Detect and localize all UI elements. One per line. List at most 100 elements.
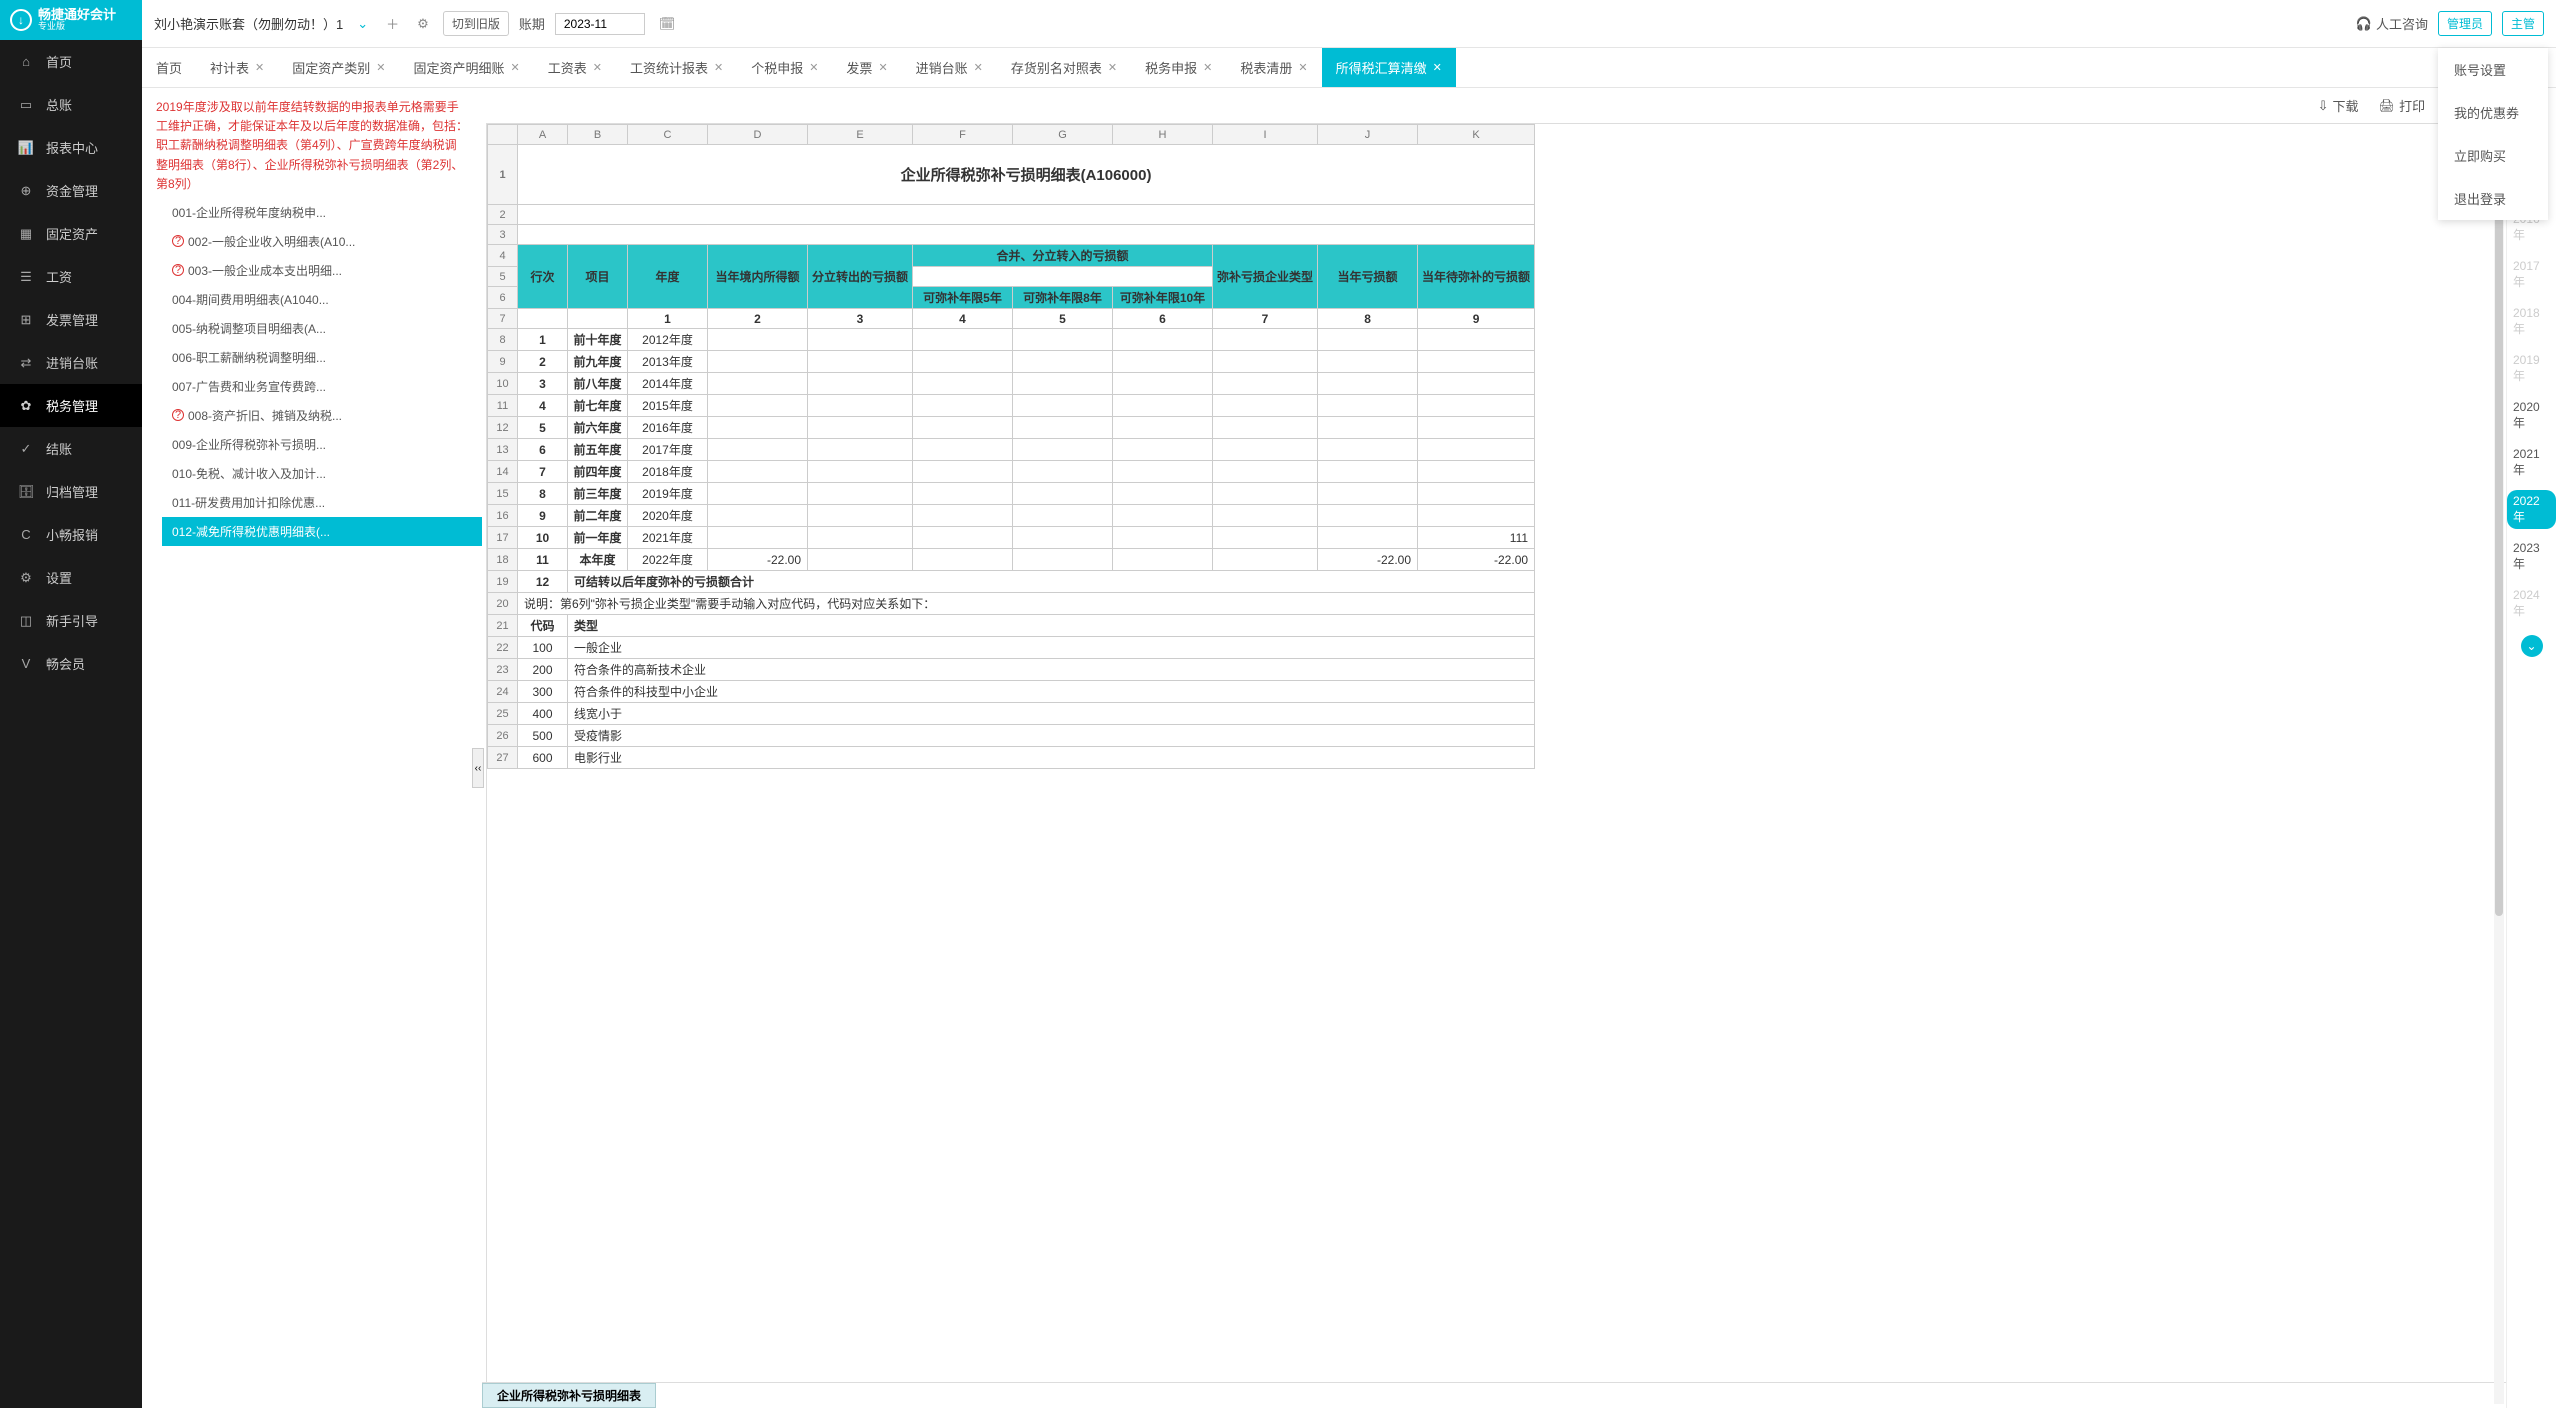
tab[interactable]: 所得税汇算清缴 ✕ — [1322, 48, 1456, 87]
form-item[interactable]: 005-纳税调整项目明细表(A... — [162, 314, 482, 343]
nav-gear[interactable]: ⚙ 设置 — [0, 556, 142, 599]
download-button[interactable]: ⇩下载 — [2318, 96, 2359, 115]
sheet-tab[interactable]: 企业所得税弥补亏损明细表 — [482, 1383, 656, 1408]
nav-guide[interactable]: ◫ 新手引导 — [0, 599, 142, 642]
nav-fund[interactable]: ⊕ 资金管理 — [0, 169, 142, 212]
year-toggle[interactable]: ⌄ — [2521, 635, 2543, 657]
print-button[interactable]: 🖨打印 — [2379, 96, 2426, 115]
question-icon: ? — [172, 409, 184, 421]
tab[interactable]: 发票 ✕ — [832, 48, 901, 87]
tab[interactable]: 固定资产类别 ✕ — [278, 48, 399, 87]
add-icon[interactable]: ＋ — [382, 10, 403, 37]
form-item[interactable]: 012-减免所得税优惠明细表(... — [162, 517, 482, 546]
close-icon[interactable]: ✕ — [255, 61, 264, 74]
nav-vip[interactable]: V 畅会员 — [0, 642, 142, 685]
close-icon[interactable]: ✕ — [511, 61, 520, 74]
tab[interactable]: 税表清册 ✕ — [1226, 48, 1321, 87]
print-icon: 🖨 — [2379, 98, 2396, 114]
close-icon[interactable]: ✕ — [809, 61, 818, 74]
tab[interactable]: 衬计表 ✕ — [196, 48, 278, 87]
close-icon[interactable]: ✕ — [974, 61, 983, 74]
close-icon[interactable]: ✕ — [714, 61, 723, 74]
nav-ledger[interactable]: ▭ 总账 — [0, 83, 142, 126]
nav-home[interactable]: ⌂ 首页 — [0, 40, 142, 83]
chart-icon: 📊 — [18, 140, 34, 156]
form-item[interactable]: 009-企业所得税弥补亏损明... — [162, 430, 482, 459]
user-dropdown: 账号设置我的优惠券立即购买退出登录 — [2438, 48, 2548, 220]
close-icon[interactable]: ✕ — [376, 61, 385, 74]
close-icon[interactable]: ✕ — [878, 61, 887, 74]
dropdown-item[interactable]: 我的优惠券 — [2438, 91, 2548, 134]
year-item[interactable]: 2020年 — [2507, 396, 2556, 435]
nav-close[interactable]: ✓ 结账 — [0, 427, 142, 470]
sheet-tab-bar: 企业所得税弥补亏损明细表 — [482, 1382, 2506, 1408]
customer-service-link[interactable]: 🎧 人工咨询 — [2356, 14, 2428, 33]
role-admin-button[interactable]: 管理员 — [2438, 11, 2492, 36]
tab[interactable]: 存货别名对照表 ✕ — [997, 48, 1131, 87]
nav-label: 归档管理 — [46, 482, 98, 501]
year-item: 2019年 — [2507, 349, 2556, 388]
nav-label: 小畅报销 — [46, 525, 98, 544]
tab[interactable]: 固定资产明细账 ✕ — [399, 48, 533, 87]
guide-icon: ◫ — [18, 613, 34, 629]
dropdown-item[interactable]: 退出登录 — [2438, 177, 2548, 220]
headset-icon: 🎧 — [2356, 16, 2372, 32]
tab[interactable]: 进销台账 ✕ — [902, 48, 997, 87]
switch-old-button[interactable]: 切到旧版 — [443, 11, 509, 36]
archive-icon: 🗄 — [18, 484, 34, 500]
form-item[interactable]: 007-广告费和业务宣传费跨... — [162, 372, 482, 401]
account-name[interactable]: 刘小艳演示账套（勿删勿动！）1 — [154, 14, 343, 33]
nav-label: 设置 — [46, 568, 72, 587]
nav-xc[interactable]: C 小畅报销 — [0, 513, 142, 556]
settings-icon[interactable]: ⚙ — [413, 12, 433, 36]
form-item[interactable]: ? 008-资产折旧、摊销及纳税... — [162, 401, 482, 430]
dropdown-item[interactable]: 立即购买 — [2438, 134, 2548, 177]
form-item[interactable]: 010-免税、减计收入及加计... — [162, 459, 482, 488]
year-item[interactable]: 2021年 — [2507, 443, 2556, 482]
nav-archive[interactable]: 🗄 归档管理 — [0, 470, 142, 513]
scrollbar[interactable] — [2494, 184, 2504, 1404]
spreadsheet[interactable]: ABCDEFGHIJK1企业所得税弥补亏损明细表(A106000)234行次项目… — [486, 123, 2506, 1382]
nav-salary[interactable]: ☰ 工资 — [0, 255, 142, 298]
year-panel: 2016年2017年2018年2019年2020年2021年2022年2023年… — [2506, 88, 2556, 1408]
form-item[interactable]: ? 002-一般企业收入明细表(A10... — [162, 227, 482, 256]
close-icon[interactable]: ✕ — [593, 61, 602, 74]
stock-icon: ⇄ — [18, 355, 34, 371]
question-icon: ? — [172, 235, 184, 247]
form-item[interactable]: 001-企业所得税年度纳税申... — [162, 198, 482, 227]
nav-invoice[interactable]: ⊞ 发票管理 — [0, 298, 142, 341]
form-item[interactable]: 004-期间费用明细表(A1040... — [162, 285, 482, 314]
question-icon: ? — [172, 264, 184, 276]
tab[interactable]: 首页 — [142, 48, 196, 87]
form-item[interactable]: ? 003-一般企业成本支出明细... — [162, 256, 482, 285]
tab[interactable]: 税务申报 ✕ — [1131, 48, 1226, 87]
close-icon[interactable]: ✕ — [1298, 61, 1307, 74]
year-item[interactable]: 2022年 — [2507, 490, 2556, 529]
year-item[interactable]: 2023年 — [2507, 537, 2556, 576]
nav-label: 固定资产 — [46, 224, 98, 243]
tab[interactable]: 工资表 ✕ — [534, 48, 616, 87]
sidebar: ↓ 畅捷通好会计 专业版 ⌂ 首页 ▭ 总账 📊 报表中心 ⊕ 资金管理 ▦ 固… — [0, 0, 142, 1408]
year-item: 2024年 — [2507, 584, 2556, 623]
nav-chart[interactable]: 📊 报表中心 — [0, 126, 142, 169]
nav-asset[interactable]: ▦ 固定资产 — [0, 212, 142, 255]
collapse-handle[interactable]: ‹‹ — [472, 748, 484, 788]
nav-tax[interactable]: ✿ 税务管理 — [0, 384, 142, 427]
dropdown-item[interactable]: 账号设置 — [2438, 48, 2548, 91]
xc-icon: C — [18, 527, 34, 543]
role-supervisor-button[interactable]: 主管 — [2502, 11, 2544, 36]
close-icon[interactable]: ✕ — [1203, 61, 1212, 74]
period-input[interactable] — [555, 13, 645, 35]
nav-label: 发票管理 — [46, 310, 98, 329]
form-item[interactable]: 006-职工薪酬纳税调整明细... — [162, 343, 482, 372]
tab[interactable]: 工资统计报表 ✕ — [616, 48, 737, 87]
topbar: 刘小艳演示账套（勿删勿动！）1 ⌄ ＋ ⚙ 切到旧版 账期 🗓 🎧 人工咨询 管… — [142, 0, 2556, 48]
close-icon[interactable]: ✕ — [1108, 61, 1117, 74]
account-dropdown-icon[interactable]: ⌄ — [353, 12, 372, 36]
calendar-icon[interactable]: 🗓 — [655, 12, 680, 36]
form-item[interactable]: 011-研发费用加计扣除优惠... — [162, 488, 482, 517]
nav-stock[interactable]: ⇄ 进销台账 — [0, 341, 142, 384]
salary-icon: ☰ — [18, 269, 34, 285]
tab[interactable]: 个税申报 ✕ — [737, 48, 832, 87]
close-icon[interactable]: ✕ — [1433, 61, 1442, 74]
